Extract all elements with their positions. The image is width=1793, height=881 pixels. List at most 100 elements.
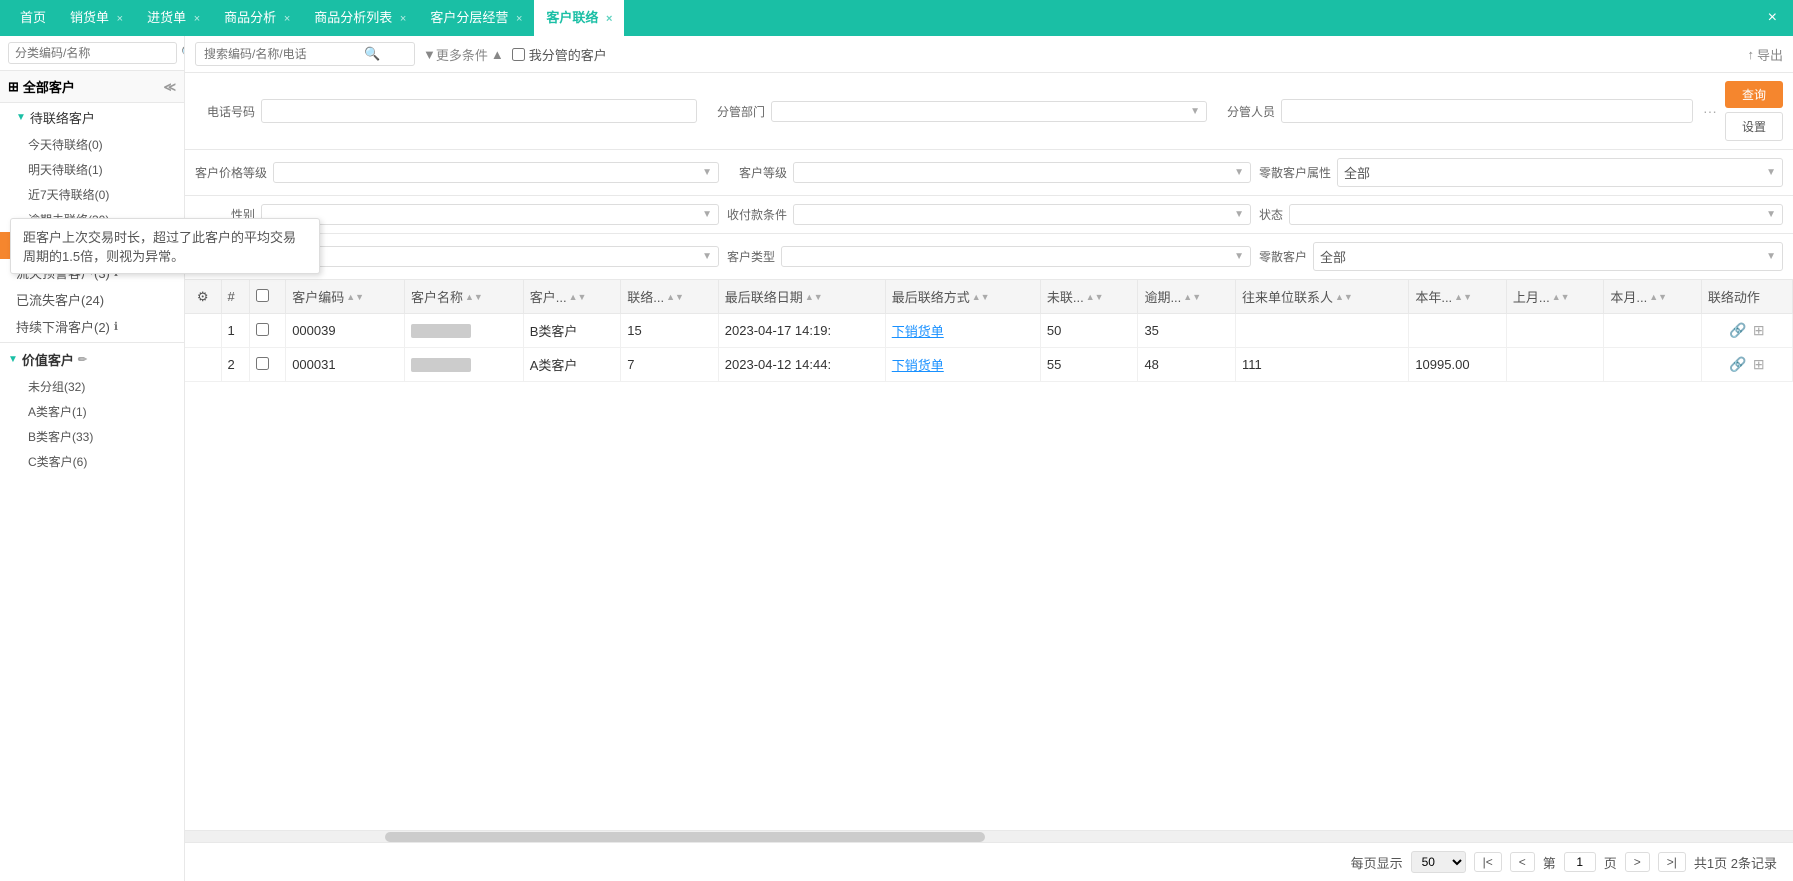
nav-sales-close[interactable]: × bbox=[117, 13, 123, 25]
nav-product-list-close[interactable]: × bbox=[400, 13, 406, 25]
col-contacts2-sort-icon: ▲▼ bbox=[1335, 292, 1353, 302]
sidebar-group-a[interactable]: A类客户(1) bbox=[0, 399, 184, 424]
retail-attr-value: 全部 bbox=[1344, 163, 1370, 182]
row2-code[interactable]: 000031 bbox=[286, 348, 405, 382]
nav-customer-tier[interactable]: 客户分层经营 × bbox=[418, 0, 534, 36]
col-last-method[interactable]: 最后联络方式 ▲▼ bbox=[885, 280, 1040, 314]
col-last-month[interactable]: 上月... ▲▼ bbox=[1506, 280, 1604, 314]
col-contacts2[interactable]: 往来单位联系人 ▲▼ bbox=[1235, 280, 1408, 314]
assignee-input[interactable] bbox=[1281, 99, 1693, 123]
my-customers-checkbox[interactable] bbox=[512, 48, 525, 61]
nav-product-list[interactable]: 商品分析列表 × bbox=[302, 0, 418, 36]
assignee-filter-row: 分管人员 ··· bbox=[1215, 99, 1717, 123]
customer-level-caret: ▼ bbox=[1234, 167, 1244, 178]
col-type[interactable]: 客户... ▲▼ bbox=[523, 280, 621, 314]
sidebar-group-b[interactable]: B类客户(33) bbox=[0, 424, 184, 449]
nav-product-analysis-close[interactable]: × bbox=[284, 13, 290, 25]
sidebar-tomorrow-pending[interactable]: 明天待联络(1) bbox=[0, 157, 184, 182]
prev-page-btn[interactable]: < bbox=[1510, 852, 1535, 872]
col-this-month[interactable]: 本月... ▲▼ bbox=[1604, 280, 1702, 314]
col-overdue[interactable]: 逾期... ▲▼ bbox=[1138, 280, 1236, 314]
row1-settings bbox=[185, 314, 221, 348]
col-this-year[interactable]: 本年... ▲▼ bbox=[1409, 280, 1507, 314]
row2-last-method[interactable]: 下销货单 bbox=[885, 348, 1040, 382]
filter-search-box[interactable]: 🔍 bbox=[195, 42, 415, 66]
row1-qr-icon[interactable]: ⊞ bbox=[1753, 322, 1765, 339]
page-label: 第 bbox=[1543, 853, 1556, 872]
nav-product-analysis[interactable]: 商品分析 × bbox=[212, 0, 302, 36]
filter-search-icon[interactable]: 🔍 bbox=[364, 46, 380, 62]
row2-qr-icon[interactable]: ⊞ bbox=[1753, 356, 1765, 373]
pending-contacts-group[interactable]: ▼ 待联络客户 bbox=[0, 103, 184, 132]
filter-grid-row3: 客户价格等级 ▼ 客户等级 ▼ 零散客户属性 全部 ▼ bbox=[185, 150, 1793, 196]
sidebar-collapse-btn[interactable]: ≪ bbox=[163, 80, 176, 94]
col-unread[interactable]: 未联... ▲▼ bbox=[1040, 280, 1138, 314]
payment-select[interactable]: ▼ bbox=[793, 204, 1251, 225]
price-level-select[interactable]: ▼ bbox=[273, 162, 719, 183]
next-page-btn[interactable]: > bbox=[1625, 852, 1650, 872]
first-page-btn[interactable]: |< bbox=[1474, 852, 1502, 872]
all-customers-header[interactable]: ⊞ 全部客户 ≪ bbox=[0, 71, 184, 103]
sidebar-ungrouped[interactable]: 未分组(32) bbox=[0, 374, 184, 399]
col-last-method-sort-icon: ▲▼ bbox=[972, 292, 990, 302]
assignee-ellipsis[interactable]: ··· bbox=[1703, 103, 1717, 119]
per-page-select[interactable]: 50 100 200 bbox=[1411, 851, 1466, 873]
row2-link-icon[interactable]: 🔗 bbox=[1729, 356, 1746, 373]
department-select[interactable]: ▼ bbox=[771, 101, 1207, 122]
col-last-date[interactable]: 最后联络日期 ▲▼ bbox=[718, 280, 885, 314]
gender-select[interactable]: ▼ bbox=[261, 204, 719, 225]
edit-icon[interactable]: ✏ bbox=[78, 353, 87, 366]
filter-search-input[interactable] bbox=[204, 47, 364, 61]
sidebar-7days-pending[interactable]: 近7天待联络(0) bbox=[0, 182, 184, 207]
sidebar-search-input[interactable] bbox=[8, 42, 177, 64]
col-checkbox bbox=[249, 280, 285, 314]
table-scrollbar[interactable] bbox=[185, 830, 1793, 842]
row2-last-method-link[interactable]: 下销货单 bbox=[892, 358, 944, 373]
settings-button[interactable]: 设置 bbox=[1725, 112, 1783, 141]
row1-checkbox[interactable] bbox=[256, 323, 269, 336]
page-number-input[interactable] bbox=[1564, 852, 1596, 872]
nav-purchase[interactable]: 进货单 × bbox=[135, 0, 212, 36]
nav-purchase-close[interactable]: × bbox=[194, 13, 200, 25]
row2-checkbox[interactable] bbox=[256, 357, 269, 370]
row1-name-blurred bbox=[411, 324, 471, 338]
select-all-checkbox[interactable] bbox=[256, 289, 269, 302]
row1-last-method[interactable]: 下销货单 bbox=[885, 314, 1040, 348]
nav-home[interactable]: 首页 bbox=[8, 0, 58, 36]
col-settings[interactable]: ⚙ bbox=[185, 280, 221, 314]
status-caret: ▼ bbox=[1766, 209, 1776, 220]
customer-level-label: 客户等级 bbox=[727, 164, 787, 181]
nav-customer-tier-close[interactable]: × bbox=[516, 13, 522, 25]
retail-customer-select[interactable]: 全部 ▼ bbox=[1313, 242, 1783, 271]
nav-customer-contact[interactable]: 客户联络 × bbox=[534, 0, 624, 36]
col-code[interactable]: 客户编码 ▲▼ bbox=[286, 280, 405, 314]
export-button[interactable]: ↑ 导出 bbox=[1747, 45, 1783, 64]
col-name[interactable]: 客户名称 ▲▼ bbox=[404, 280, 523, 314]
customer-level-select[interactable]: ▼ bbox=[793, 162, 1251, 183]
phone-input[interactable] bbox=[261, 99, 697, 123]
keep-dropping-item[interactable]: 持续下滑客户(2) ℹ bbox=[0, 313, 184, 340]
customer-type-select2[interactable]: ▼ bbox=[781, 246, 1251, 267]
value-customers-group[interactable]: ▼ 价值客户 ✏ bbox=[0, 345, 184, 374]
retail-attr-select[interactable]: 全部 ▼ bbox=[1337, 158, 1783, 187]
row1-link-icon[interactable]: 🔗 bbox=[1729, 322, 1746, 339]
nav-sales[interactable]: 销货单 × bbox=[58, 0, 135, 36]
payment-label: 收付款条件 bbox=[727, 206, 787, 223]
last-page-btn[interactable]: >| bbox=[1658, 852, 1686, 872]
retail-attr-row: 零散客户属性 全部 ▼ bbox=[1259, 158, 1783, 187]
sidebar-group-c[interactable]: C类客户(6) bbox=[0, 449, 184, 474]
window-close-button[interactable]: × bbox=[1760, 9, 1785, 27]
row1-last-method-link[interactable]: 下销货单 bbox=[892, 324, 944, 339]
customer-table: ⚙ # 客户编码 ▲▼ 客户名称 ▲▼ bbox=[185, 280, 1793, 382]
row1-code[interactable]: 000039 bbox=[286, 314, 405, 348]
already-lost-item[interactable]: 已流失客户(24) bbox=[0, 286, 184, 313]
col-contacts[interactable]: 联络... ▲▼ bbox=[621, 280, 719, 314]
more-conditions-btn[interactable]: ▼ 更多条件 ▲ bbox=[423, 45, 504, 64]
status-select[interactable]: ▼ bbox=[1289, 204, 1783, 225]
query-button[interactable]: 查询 bbox=[1725, 81, 1783, 108]
nav-customer-contact-close[interactable]: × bbox=[606, 13, 612, 25]
sidebar-today-pending[interactable]: 今天待联络(0) bbox=[0, 132, 184, 157]
table-scrollbar-thumb[interactable] bbox=[385, 832, 985, 842]
col-last-date-sort-icon: ▲▼ bbox=[805, 292, 823, 302]
department-label: 分管部门 bbox=[705, 103, 765, 120]
